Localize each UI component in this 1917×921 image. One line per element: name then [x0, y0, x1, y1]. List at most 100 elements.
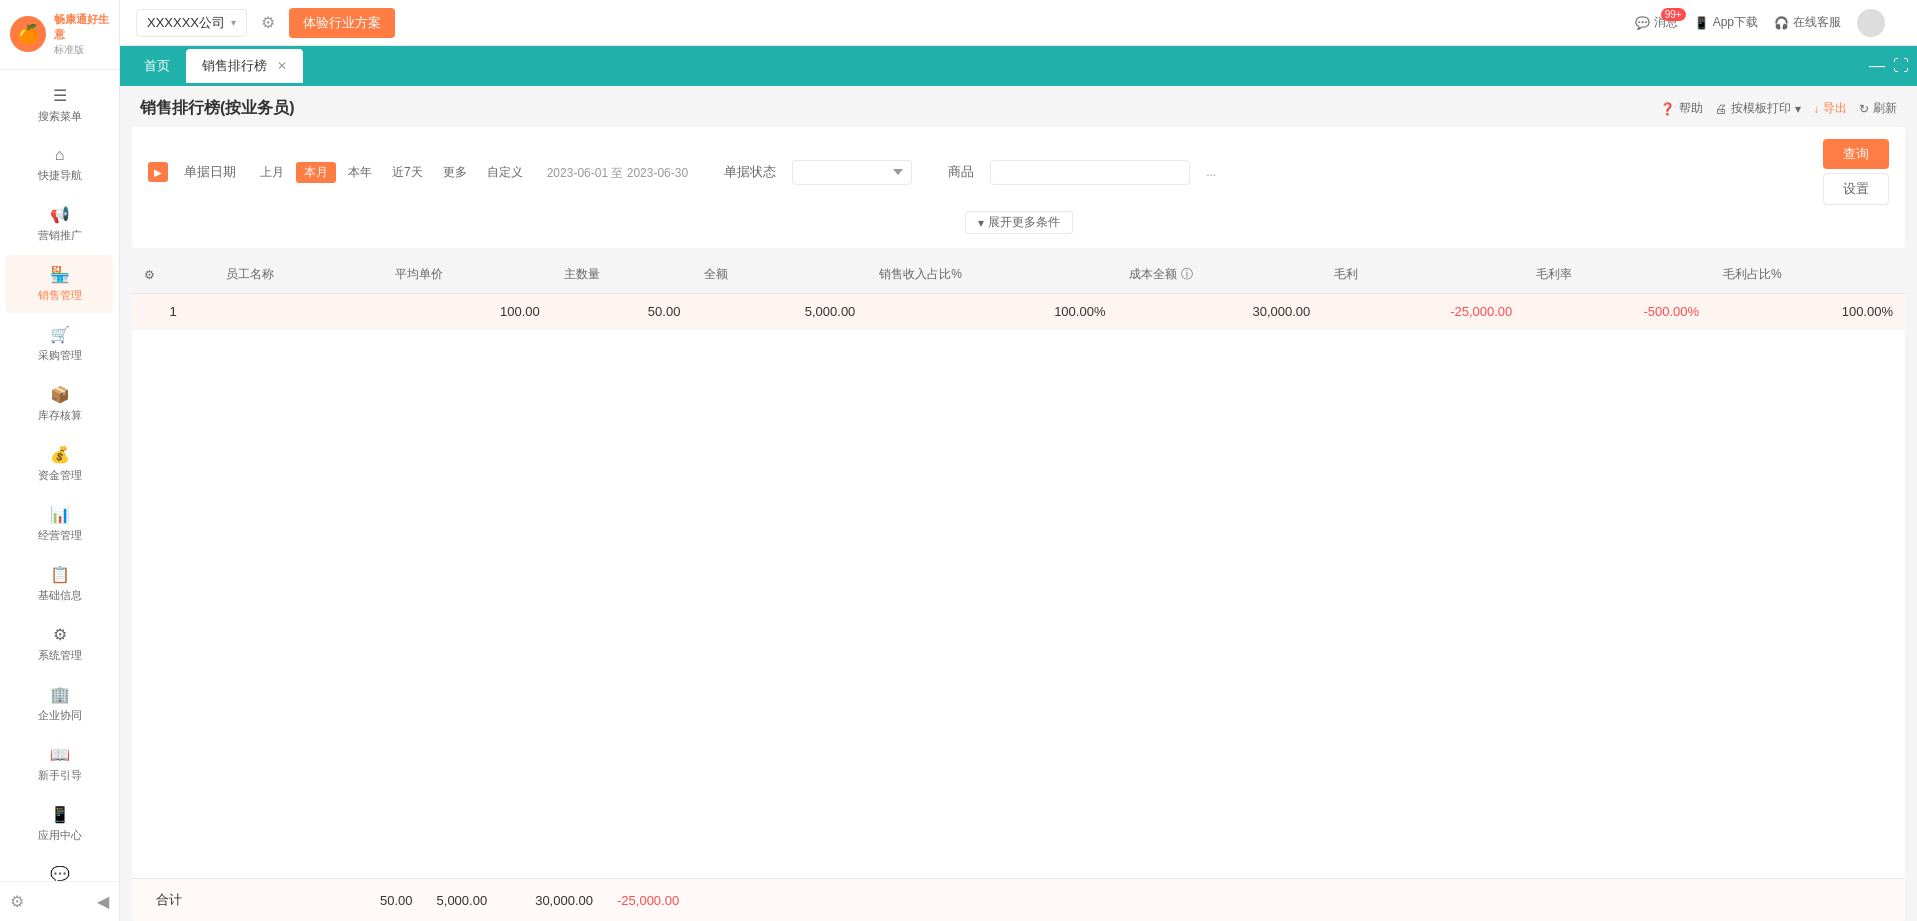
tab-expand-button[interactable]: ⛶: [1893, 57, 1909, 75]
cell-rank: 1: [132, 294, 214, 330]
sidebar-item-search[interactable]: ☰ 搜索菜单: [6, 76, 113, 134]
sidebar-item-purchase[interactable]: 🛒 采购管理: [6, 315, 113, 373]
th-gross-pct: 毛利占比%: [1711, 256, 1905, 294]
sidebar-item-enterprise[interactable]: 🏢 企业协同: [6, 675, 113, 733]
sidebar-settings-icon[interactable]: ⚙: [10, 892, 24, 911]
expand-conditions-button[interactable]: ▾ 展开更多条件: [965, 211, 1073, 234]
filter-toggle-icon: ▶: [154, 167, 162, 178]
cell-employee: [214, 294, 383, 330]
sidebar-item-weixin[interactable]: 💬 企业微信: [6, 855, 113, 881]
cell-gross-rate: -500.00%: [1524, 294, 1711, 330]
refresh-button[interactable]: ↻ 刷新: [1859, 100, 1897, 117]
footer-amount: 5,000.00: [425, 889, 500, 912]
table-scroll[interactable]: ⚙ 员工名称 平均单价 主数量 全额 销售收入占比% 成本全额 ⓘ 毛利 毛利率…: [132, 256, 1905, 878]
chevron-down-icon: ▾: [231, 17, 236, 28]
sidebar-item-label: 营销推广: [38, 228, 82, 243]
more-filter-icon[interactable]: ...: [1206, 165, 1216, 179]
table-row[interactable]: 1100.0050.005,000.00100.00%30,000.00-25,…: [132, 294, 1905, 330]
filter-area: ▶ 单据日期 上月 本月 本年 近7天 更多 自定义 2023-06-01 至 …: [132, 127, 1905, 248]
th-sales-pct: 销售收入占比%: [867, 256, 1117, 294]
sidebar-item-operations[interactable]: 📊 经营管理: [6, 495, 113, 553]
table-area: ⚙ 员工名称 平均单价 主数量 全额 销售收入占比% 成本全额 ⓘ 毛利 毛利率…: [132, 256, 1905, 921]
marketing-icon: 📢: [50, 205, 70, 224]
cell-amount: 5,000.00: [692, 294, 867, 330]
topbar-gear-icon[interactable]: ⚙: [257, 9, 279, 36]
sidebar-item-inventory[interactable]: 📦 库存核算: [6, 375, 113, 433]
page-title: 销售排行榜(按业务员): [140, 98, 295, 119]
export-icon: ↓: [1813, 102, 1819, 116]
footer-total-label: 合计: [156, 892, 182, 907]
app-download-button[interactable]: 📱 App下载: [1694, 14, 1758, 31]
message-button[interactable]: 💬 消息 99+: [1635, 14, 1678, 31]
date-tab-7days[interactable]: 近7天: [384, 162, 431, 183]
th-employee: 员工名称: [214, 256, 383, 294]
date-tab-curr[interactable]: 本月: [296, 162, 336, 183]
date-tab-prev[interactable]: 上月: [252, 162, 292, 183]
tab-sales-rank[interactable]: 销售排行榜 ✕: [186, 49, 303, 83]
goods-filter-label: 商品: [948, 163, 974, 181]
query-button[interactable]: 查询: [1823, 139, 1889, 169]
status-select[interactable]: [792, 160, 912, 185]
sidebar-item-sales[interactable]: 🏪 销售管理: [6, 255, 113, 313]
inventory-icon: 📦: [50, 385, 70, 404]
print-button[interactable]: 🖨 按模板打印 ▾: [1715, 100, 1801, 117]
goods-input[interactable]: [990, 160, 1190, 185]
sidebar-item-finance[interactable]: 💰 资金管理: [6, 435, 113, 493]
footer-main-qty: 50.00: [368, 889, 425, 912]
sidebar-item-label: 基础信息: [38, 588, 82, 603]
tab-close-icon[interactable]: ✕: [277, 59, 287, 73]
user-avatar[interactable]: [1857, 9, 1885, 37]
expand-icon: ▾: [978, 216, 984, 230]
logo-area: 🍊 畅康通好生意 标准版: [0, 0, 119, 70]
print-chevron-icon: ▾: [1795, 102, 1801, 116]
sidebar-item-guide[interactable]: 📖 新手引导: [6, 735, 113, 793]
date-tab-year[interactable]: 本年: [340, 162, 380, 183]
sidebar: 🍊 畅康通好生意 标准版 ☰ 搜索菜单 ⌂ 快捷导航 📢 营销推广 🏪 销售管理…: [0, 0, 120, 921]
sidebar-item-label: 销售管理: [38, 288, 82, 303]
status-filter-label: 单据状态: [724, 163, 776, 181]
column-settings-icon[interactable]: ⚙: [144, 268, 155, 282]
topbar-right: 💬 消息 99+ 📱 App下载 🎧 在线客服: [1635, 9, 1901, 37]
help-button[interactable]: ❓ 帮助: [1660, 100, 1703, 117]
print-icon: 🖨: [1715, 102, 1727, 116]
help-icon: ❓: [1660, 102, 1675, 116]
sidebar-item-label: 采购管理: [38, 348, 82, 363]
sidebar-item-label: 资金管理: [38, 468, 82, 483]
date-tabs: 上月 本月 本年 近7天 更多 自定义: [252, 162, 531, 183]
online-service-button[interactable]: 🎧 在线客服: [1774, 14, 1841, 31]
cell-sales-pct: 100.00%: [867, 294, 1117, 330]
sidebar-item-quicknav[interactable]: ⌂ 快捷导航: [6, 136, 113, 193]
footer-sales-pct: [499, 896, 523, 904]
export-button[interactable]: ↓ 导出: [1813, 100, 1847, 117]
sidebar-item-basicinfo[interactable]: 📋 基础信息: [6, 555, 113, 613]
logo-icon: 🍊: [10, 16, 46, 52]
tab-home[interactable]: 首页: [128, 49, 186, 83]
content-area: 销售排行榜(按业务员) ❓ 帮助 🖨 按模板打印 ▾ ↓ 导出 ↻ 刷新: [120, 86, 1917, 921]
sidebar-item-system[interactable]: ⚙ 系统管理: [6, 615, 113, 673]
main-area: XXXXXX公司 ▾ ⚙ 体验行业方案 💬 消息 99+ 📱 App下载 🎧 在…: [120, 0, 1917, 921]
sidebar-bottom: ⚙ ◀: [0, 881, 119, 921]
th-main-qty: 主数量: [552, 256, 693, 294]
cell-gross-pct: 100.00%: [1711, 294, 1905, 330]
cell-gross: -25,000.00: [1322, 294, 1524, 330]
sidebar-collapse-icon[interactable]: ◀: [97, 892, 109, 911]
filter-buttons: 查询 设置: [1823, 139, 1889, 205]
settings-button[interactable]: 设置: [1823, 173, 1889, 205]
help-label: 帮助: [1679, 100, 1703, 117]
date-tab-custom[interactable]: 自定义: [479, 162, 531, 183]
tab-minimize-button[interactable]: —: [1869, 57, 1885, 75]
print-label: 按模板打印: [1731, 100, 1791, 117]
headset-icon: 🎧: [1774, 16, 1789, 30]
filter-toggle-button[interactable]: ▶: [148, 162, 168, 182]
footer-row: 合计 50.00 5,000.00 30,000.00 -25,000.00: [144, 887, 1893, 913]
sidebar-item-appcenter[interactable]: 📱 应用中心: [6, 795, 113, 853]
date-filter-label: 单据日期: [184, 163, 236, 181]
date-tab-more[interactable]: 更多: [435, 162, 475, 183]
trial-button[interactable]: 体验行业方案: [289, 8, 395, 38]
online-service-label: 在线客服: [1793, 14, 1841, 31]
footer-avg-price: [344, 896, 368, 904]
message-badge: 99+: [1661, 8, 1686, 21]
footer-label: 合计: [144, 887, 344, 913]
sidebar-item-marketing[interactable]: 📢 营销推广: [6, 195, 113, 253]
company-selector[interactable]: XXXXXX公司 ▾: [136, 9, 247, 37]
